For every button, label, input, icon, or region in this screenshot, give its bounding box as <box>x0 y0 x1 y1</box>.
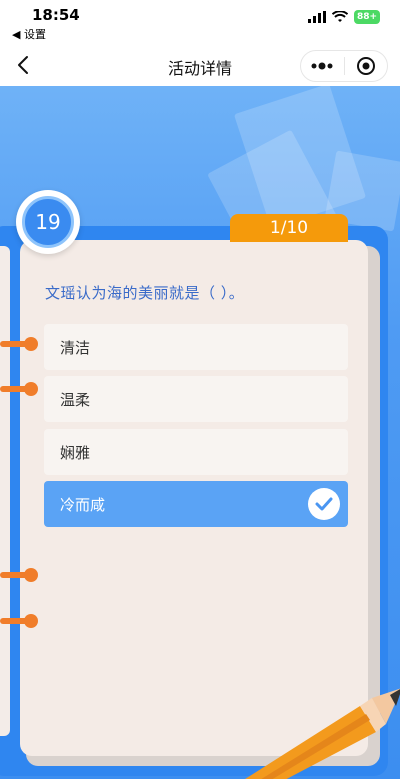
notebook-left-page <box>0 246 10 736</box>
option-d-selected[interactable]: 冷而咸 <box>44 481 348 527</box>
question-text: 文瑶认为海的美丽就是（ ）。 <box>45 284 245 302</box>
quiz-content: 1/10 19 文瑶认为海的美丽就是（ ）。 清洁 温柔 娴雅 冷而咸 <box>0 86 400 779</box>
nav-bar: 活动详情 <box>0 44 400 86</box>
status-time: 18:54 <box>32 6 80 24</box>
wifi-icon <box>332 11 348 22</box>
question-number-badge: 19 <box>16 190 80 254</box>
option-b[interactable]: 温柔 <box>44 376 348 422</box>
binder-ring <box>0 568 38 582</box>
checkmark-icon <box>308 488 340 520</box>
status-icons: 88+ <box>308 10 380 24</box>
battery-icon: 88+ <box>354 10 380 24</box>
signal-icon <box>308 11 326 23</box>
pencil-illustration <box>245 688 400 779</box>
more-button[interactable] <box>301 51 344 81</box>
binder-ring <box>0 337 38 351</box>
binder-ring <box>0 614 38 628</box>
option-label: 清洁 <box>60 338 91 357</box>
target-circle-icon <box>356 57 375 75</box>
option-label: 温柔 <box>60 390 91 409</box>
mini-program-capsule <box>300 50 388 82</box>
option-c[interactable]: 娴雅 <box>44 429 348 475</box>
question-number: 19 <box>22 196 74 248</box>
option-a[interactable]: 清洁 <box>44 324 348 370</box>
status-bar: 18:54 ◀ 设置 88+ <box>0 0 400 44</box>
option-label: 娴雅 <box>60 443 91 462</box>
close-mini-program-button[interactable] <box>344 51 387 81</box>
back-to-app-link[interactable]: ◀ 设置 <box>12 26 46 42</box>
more-dots-icon <box>311 62 333 70</box>
option-label: 冷而咸 <box>60 495 106 514</box>
progress-tab: 1/10 <box>230 214 348 242</box>
binder-ring <box>0 382 38 396</box>
